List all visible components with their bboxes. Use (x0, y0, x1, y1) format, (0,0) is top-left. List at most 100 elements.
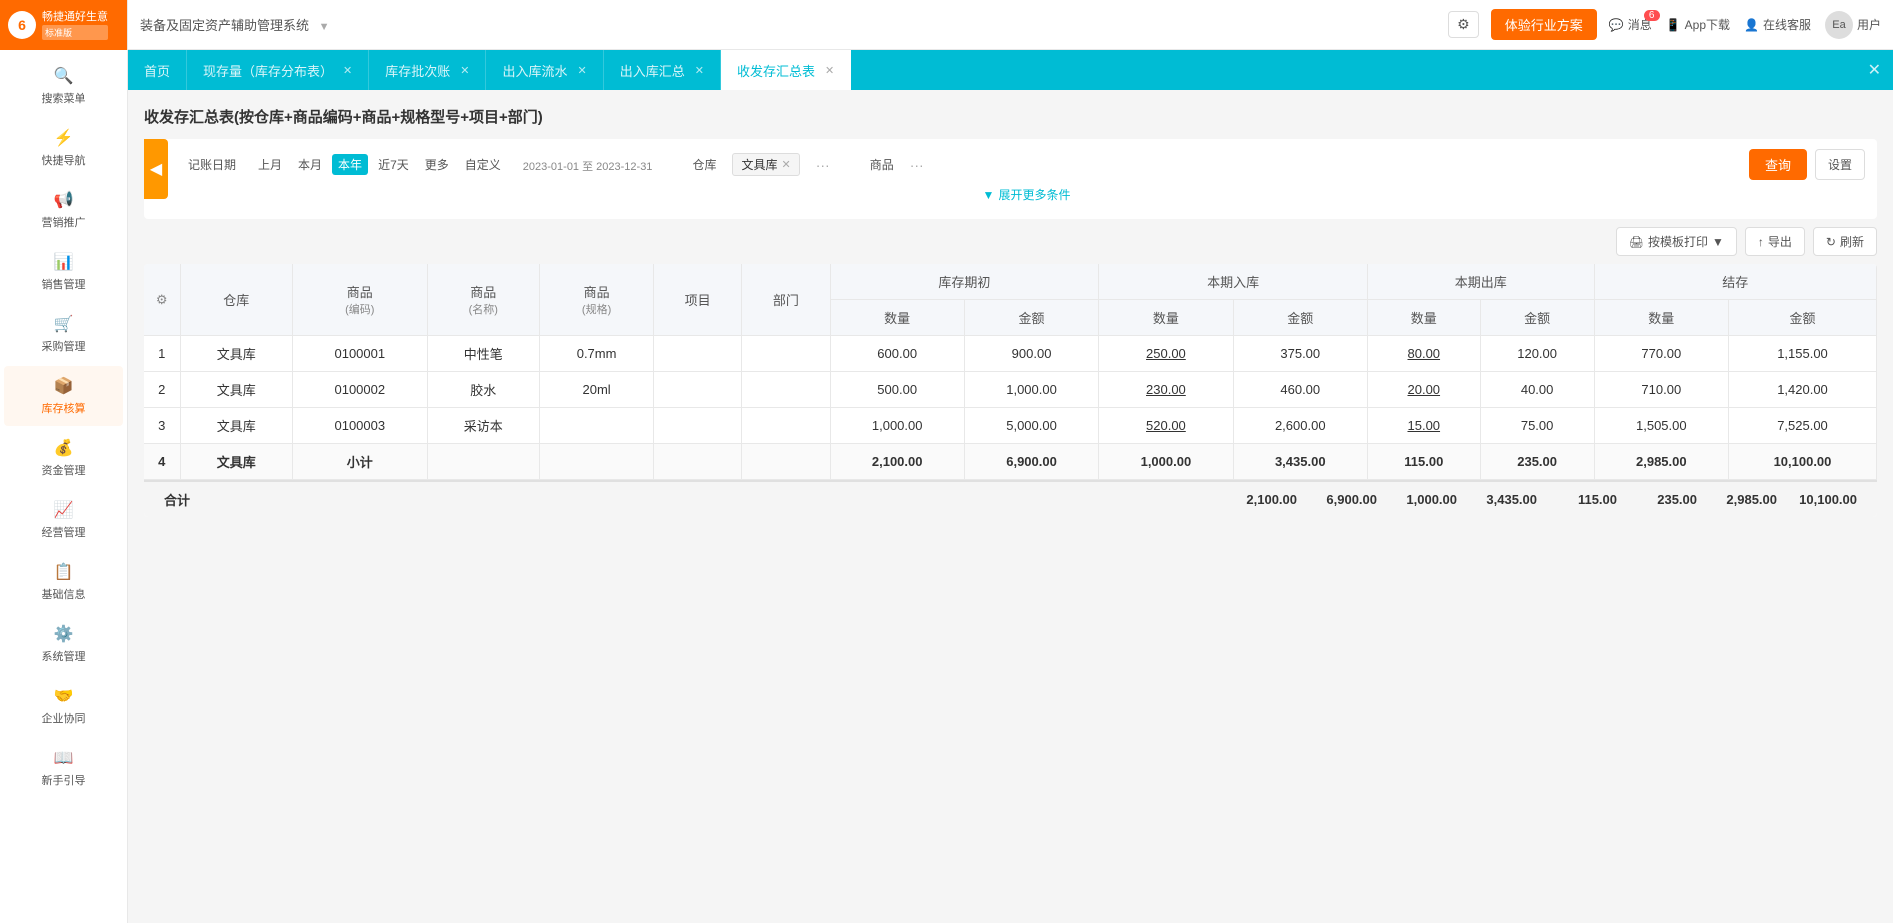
th-code: 商品(编码) (293, 264, 427, 336)
cell-opening-qty: 1,000.00 (830, 408, 964, 444)
footer-in-amt: 3,435.00 (1467, 492, 1547, 507)
tab-batch-close[interactable]: ✕ (460, 64, 469, 77)
date-btn-this-year[interactable]: 本年 (332, 154, 368, 175)
filter-actions: 查询 设置 (1749, 149, 1865, 180)
filter-section: ◀ 记账日期 上月 本月 本年 近7天 更多 自定义 2023-01-01 至 … (144, 139, 1877, 219)
cell-code: 0100002 (293, 372, 427, 408)
footer-label: 合计 (154, 490, 574, 509)
sidebar-item-purchase[interactable]: 🛒 采购管理 (4, 304, 123, 364)
footer-balance-qty: 2,985.00 (1707, 492, 1787, 507)
cell-in-amt: 375.00 (1233, 336, 1367, 372)
sidebar-item-guide-label: 新手引导 (42, 772, 86, 788)
th-in-group: 本期入库 (1099, 264, 1368, 300)
tab-summary-close[interactable]: ✕ (695, 64, 704, 77)
try-plan-button[interactable]: 体验行业方案 (1491, 9, 1597, 40)
app-download-item[interactable]: 📱 App下载 (1666, 16, 1730, 33)
tab-inventory-dist[interactable]: 现存量（库存分布表） ✕ (187, 50, 369, 90)
goods-more[interactable]: ··· (910, 157, 924, 173)
setting-button[interactable]: 设置 (1815, 149, 1865, 180)
cell-name (427, 444, 540, 480)
th-balance-group: 结存 (1594, 264, 1876, 300)
tab-flow-close[interactable]: ✕ (578, 64, 587, 77)
sidebar-item-quicknav[interactable]: ⚡ 快捷导航 (4, 118, 123, 178)
th-warehouse: 仓库 (180, 264, 293, 336)
date-btn-last-month[interactable]: 上月 (252, 154, 288, 175)
cell-code: 小计 (293, 444, 427, 480)
tab-bar-close[interactable]: ✕ (1856, 60, 1893, 80)
sidebar-item-operations-label: 经营管理 (42, 524, 86, 540)
online-service-item[interactable]: 👤 在线客服 (1744, 16, 1811, 33)
tab-recv-send-close[interactable]: ✕ (825, 64, 834, 77)
cell-in-qty[interactable]: 520.00 (1099, 408, 1233, 444)
sidebar-logo: 6 畅捷通好生意 标准版 (0, 0, 127, 50)
cell-in-qty[interactable]: 250.00 (1099, 336, 1233, 372)
date-btn-7days[interactable]: 近7天 (372, 154, 415, 175)
sidebar-item-sales[interactable]: 📊 销售管理 (4, 242, 123, 302)
cell-project (654, 372, 742, 408)
guide-icon: 📖 (54, 748, 74, 768)
tab-flow-label: 出入库流水 (502, 61, 567, 80)
expand-more-button[interactable]: ▼ 展开更多条件 (983, 186, 1071, 203)
basic-icon: 📋 (54, 562, 74, 582)
warehouse-tag-close[interactable]: ✕ (781, 158, 790, 171)
export-icon: ↑ (1758, 235, 1764, 249)
sidebar-item-finance[interactable]: 💰 资金管理 (4, 428, 123, 488)
sidebar-item-guide[interactable]: 📖 新手引导 (4, 738, 123, 798)
sidebar-item-search[interactable]: 🔍 搜索菜单 (4, 56, 123, 116)
expand-label: 展开更多条件 (998, 186, 1070, 203)
date-btn-custom[interactable]: 自定义 (459, 154, 507, 175)
warehouse-tag-text: 文具库 (741, 156, 777, 173)
tab-recv-send[interactable]: 收发存汇总表 ✕ (721, 50, 851, 90)
dropdown-icon: ▼ (319, 21, 330, 33)
cell-balance-amt: 1,155.00 (1728, 336, 1876, 372)
cell-in-amt: 3,435.00 (1233, 444, 1367, 480)
message-icon-item[interactable]: 💬 消息 6 (1609, 16, 1652, 33)
operations-icon: 📈 (54, 500, 74, 520)
cell-balance-qty: 1,505.00 (1594, 408, 1728, 444)
cell-out-qty[interactable]: 80.00 (1367, 336, 1480, 372)
sidebar-item-inventory[interactable]: 📦 库存核算 (4, 366, 123, 426)
sidebar-item-collab[interactable]: 🤝 企业协同 (4, 676, 123, 736)
top-header: 装备及固定资产辅助管理系统 ▼ ⚙ 体验行业方案 💬 消息 6 📱 App下载 … (128, 0, 1893, 50)
cell-out-qty[interactable]: 15.00 (1367, 408, 1480, 444)
filter-collapse-button[interactable]: ◀ (144, 139, 168, 199)
export-button[interactable]: ↑ 导出 (1745, 227, 1805, 256)
cell-out-qty[interactable]: 20.00 (1367, 372, 1480, 408)
gear-button[interactable]: ⚙ (1448, 11, 1479, 38)
sidebar-item-operations[interactable]: 📈 经营管理 (4, 490, 123, 550)
cell-in-amt: 460.00 (1233, 372, 1367, 408)
query-button[interactable]: 查询 (1749, 149, 1807, 180)
table-gear-icon[interactable]: ⚙ (156, 292, 168, 307)
cell-index: 2 (144, 372, 180, 408)
print-button[interactable]: 🖨 按模板打印 ▼ (1616, 227, 1737, 256)
tab-inventory-dist-close[interactable]: ✕ (343, 64, 352, 77)
date-btn-this-month[interactable]: 本月 (292, 154, 328, 175)
sidebar-item-basic[interactable]: 📋 基础信息 (4, 552, 123, 612)
cell-in-qty[interactable]: 230.00 (1099, 372, 1233, 408)
tab-batch[interactable]: 库存批次账 ✕ (369, 50, 486, 90)
tab-summary[interactable]: 出入库汇总 ✕ (604, 50, 721, 90)
user-item[interactable]: Ea 用户 (1825, 11, 1881, 39)
date-btn-more[interactable]: 更多 (419, 154, 455, 175)
service-icon: 👤 (1744, 18, 1759, 32)
sidebar-item-marketing-label: 营销推广 (42, 214, 86, 230)
footer-in-qty: 1,000.00 (1387, 492, 1467, 507)
warehouse-more[interactable]: ··· (816, 157, 830, 173)
cell-name: 中性笔 (427, 336, 540, 372)
search-icon: 🔍 (54, 66, 74, 86)
tab-flow[interactable]: 出入库流水 ✕ (486, 50, 603, 90)
cell-code: 0100003 (293, 408, 427, 444)
cell-balance-amt: 7,525.00 (1728, 408, 1876, 444)
tab-inventory-dist-label: 现存量（库存分布表） (203, 61, 333, 80)
sidebar-item-marketing[interactable]: 📢 营销推广 (4, 180, 123, 240)
refresh-button[interactable]: ↻ 刷新 (1813, 227, 1877, 256)
cell-opening-qty: 2,100.00 (830, 444, 964, 480)
sidebar-item-system[interactable]: ⚙️ 系统管理 (4, 614, 123, 674)
tab-home[interactable]: 首页 (128, 50, 187, 90)
sidebar-item-finance-label: 资金管理 (42, 462, 86, 478)
footer-out-qty: 115.00 (1547, 492, 1627, 507)
cell-dept (742, 444, 830, 480)
cell-code: 0100001 (293, 336, 427, 372)
th-spec: 商品(规格) (540, 264, 654, 336)
cell-opening-amt: 6,900.00 (964, 444, 1098, 480)
